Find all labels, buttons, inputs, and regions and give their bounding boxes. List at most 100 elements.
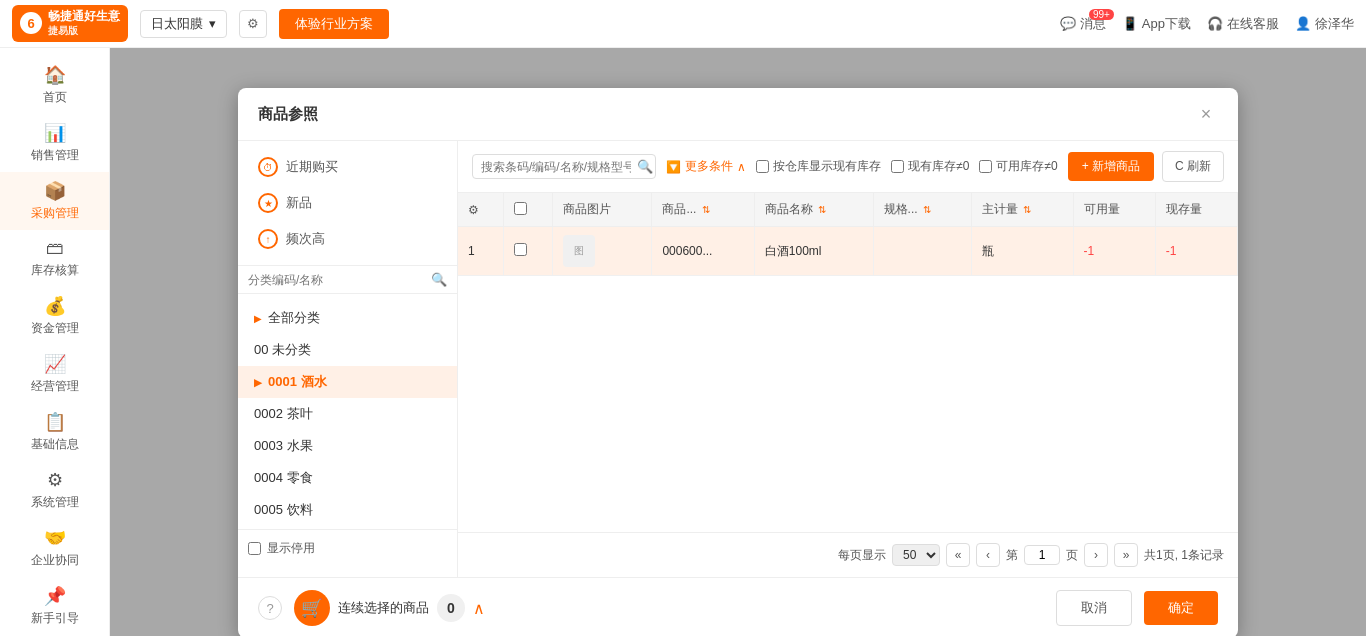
product-search-icon[interactable]: 🔍 bbox=[637, 159, 653, 174]
category-search-input[interactable] bbox=[248, 273, 427, 287]
app-layout: 🏠 首页 📊 销售管理 📦 采购管理 🗃 库存核算 💰 资金管理 📈 经营管理 … bbox=[0, 48, 1366, 636]
freq-label: 频次高 bbox=[286, 230, 325, 248]
sidebar: 🏠 首页 📊 销售管理 📦 采购管理 🗃 库存核算 💰 资金管理 📈 经营管理 … bbox=[0, 48, 110, 636]
store-name: 日太阳膜 bbox=[151, 15, 203, 33]
category-search: 🔍 bbox=[238, 265, 457, 294]
product-search-input[interactable] bbox=[481, 160, 631, 174]
row-stock: -1 bbox=[1155, 227, 1237, 276]
sidebar-label-finance: 资金管理 bbox=[31, 320, 79, 337]
col-image: 商品图片 bbox=[552, 193, 651, 227]
sidebar-label-operation: 经营管理 bbox=[31, 378, 79, 395]
check-usable-stock[interactable]: 可用库存≠0 bbox=[979, 158, 1057, 175]
cat-all[interactable]: ▶ 全部分类 bbox=[238, 302, 457, 334]
recent-purchases-btn[interactable]: ⏱ 近期购买 bbox=[248, 151, 447, 183]
row-no: 1 bbox=[458, 227, 503, 276]
sidebar-item-inventory[interactable]: 🗃 库存核算 bbox=[0, 230, 109, 287]
add-product-button[interactable]: + 新增商品 bbox=[1068, 152, 1154, 181]
row-unit: 瓶 bbox=[972, 227, 1073, 276]
cat-all-arrow: ▶ bbox=[254, 313, 262, 324]
col-name[interactable]: 商品名称 ⇅ bbox=[754, 193, 873, 227]
sidebar-item-guide[interactable]: 📌 新手引导 bbox=[0, 577, 109, 635]
available-stock-checkbox[interactable] bbox=[891, 160, 904, 173]
col-checkbox[interactable] bbox=[503, 193, 552, 227]
cat-all-label: 全部分类 bbox=[268, 309, 320, 327]
sidebar-label-collab: 企业协同 bbox=[31, 552, 79, 569]
home-icon: 🏠 bbox=[44, 64, 66, 86]
sidebar-label-purchase: 采购管理 bbox=[31, 205, 79, 222]
new-label: 新品 bbox=[286, 194, 312, 212]
row-spec bbox=[873, 227, 972, 276]
cancel-button[interactable]: 取消 bbox=[1056, 590, 1132, 626]
mobile-icon: 📱 bbox=[1122, 16, 1138, 31]
new-products-btn[interactable]: ★ 新品 bbox=[248, 187, 447, 219]
online-service-link[interactable]: 🎧 在线客服 bbox=[1207, 15, 1279, 33]
recent-icon: ⏱ bbox=[258, 157, 278, 177]
logo-icon: 6 bbox=[20, 12, 42, 34]
first-page-btn[interactable]: « bbox=[946, 543, 970, 567]
cat-tea[interactable]: 0002 茶叶 bbox=[238, 398, 457, 430]
col-spec[interactable]: 规格... ⇅ bbox=[873, 193, 972, 227]
online-service-label: 在线客服 bbox=[1227, 15, 1279, 33]
category-search-icon[interactable]: 🔍 bbox=[431, 272, 447, 287]
filter-bar: 🔍 🔽 更多条件 ∧ 按仓库显示现有库存 bbox=[458, 141, 1238, 193]
sidebar-item-sales[interactable]: 📊 销售管理 bbox=[0, 114, 109, 172]
cat-fruit[interactable]: 0003 水果 bbox=[238, 430, 457, 462]
next-page-btn[interactable]: › bbox=[1084, 543, 1108, 567]
sidebar-item-home[interactable]: 🏠 首页 bbox=[0, 56, 109, 114]
trial-button[interactable]: 体验行业方案 bbox=[279, 9, 389, 39]
prev-page-btn[interactable]: ‹ bbox=[976, 543, 1000, 567]
row-name: 白酒100ml bbox=[754, 227, 873, 276]
cat-liquor-label: 0001 酒水 bbox=[268, 373, 327, 391]
table-header-row: ⚙ 商品图片 商品... ⇅ bbox=[458, 193, 1238, 227]
table-row[interactable]: 1 图 000600... 白酒100ml 瓶 bbox=[458, 227, 1238, 276]
sidebar-item-finance[interactable]: 💰 资金管理 bbox=[0, 287, 109, 345]
row-checkbox-cell[interactable] bbox=[503, 227, 552, 276]
store-selector[interactable]: 日太阳膜 ▾ bbox=[140, 10, 227, 38]
show-disabled-checkbox[interactable] bbox=[248, 542, 261, 555]
help-button[interactable]: ? bbox=[258, 596, 282, 620]
sidebar-item-collab[interactable]: 🤝 企业协同 bbox=[0, 519, 109, 577]
page-input[interactable] bbox=[1024, 545, 1060, 565]
top-nav: 6 畅捷通好生意 捷易版 日太阳膜 ▾ ⚙ 体验行业方案 💬 消息 99+ 📱 … bbox=[0, 0, 1366, 48]
check-warehouse-stock[interactable]: 按仓库显示现有库存 bbox=[756, 158, 881, 175]
app-download-link[interactable]: 📱 App下载 bbox=[1122, 15, 1191, 33]
cat-snack[interactable]: 0004 零食 bbox=[238, 462, 457, 494]
cat-uncategorized[interactable]: 00 未分类 bbox=[238, 334, 457, 366]
check-available-stock[interactable]: 现有库存≠0 bbox=[891, 158, 969, 175]
user-area[interactable]: 👤 徐泽华 bbox=[1295, 15, 1354, 33]
select-all-checkbox[interactable] bbox=[514, 202, 527, 215]
cat-drink[interactable]: 0005 饮料 bbox=[238, 494, 457, 526]
sidebar-item-purchase[interactable]: 📦 采购管理 bbox=[0, 172, 109, 230]
page-size-select[interactable]: 50 bbox=[892, 544, 940, 566]
more-conditions-btn[interactable]: 🔽 更多条件 ∧ bbox=[666, 158, 746, 175]
filter-icon: 🔽 bbox=[666, 160, 681, 174]
product-reference-dialog: 商品参照 × ⏱ 近期购买 ★ 新品 bbox=[238, 88, 1238, 636]
dialog-close-button[interactable]: × bbox=[1194, 102, 1218, 126]
settings-icon[interactable]: ⚙ bbox=[239, 10, 267, 38]
refresh-button[interactable]: C 刷新 bbox=[1162, 151, 1224, 182]
col-code[interactable]: 商品... ⇅ bbox=[652, 193, 754, 227]
cat-liquor[interactable]: ▶ 0001 酒水 bbox=[238, 366, 457, 398]
sidebar-item-operation[interactable]: 📈 经营管理 bbox=[0, 345, 109, 403]
sidebar-item-basic[interactable]: 📋 基础信息 bbox=[0, 403, 109, 461]
sidebar-item-system[interactable]: ⚙ 系统管理 bbox=[0, 461, 109, 519]
message-count: 99+ bbox=[1089, 9, 1114, 20]
col-unit[interactable]: 主计量 ⇅ bbox=[972, 193, 1073, 227]
message-icon: 💬 bbox=[1060, 16, 1076, 31]
product-table: ⚙ 商品图片 商品... ⇅ bbox=[458, 193, 1238, 276]
dialog-body: ⏱ 近期购买 ★ 新品 ↑ 频次高 bbox=[238, 141, 1238, 577]
sort-spec-icon: ⇅ bbox=[923, 204, 931, 215]
page-summary: 共1页, 1条记录 bbox=[1144, 547, 1224, 564]
row-select-checkbox[interactable] bbox=[514, 243, 527, 256]
message-badge[interactable]: 💬 消息 99+ bbox=[1060, 15, 1106, 33]
col-settings[interactable]: ⚙ bbox=[458, 193, 503, 227]
sort-unit-icon: ⇅ bbox=[1023, 204, 1031, 215]
usable-stock-checkbox[interactable] bbox=[979, 160, 992, 173]
cart-collapse-icon[interactable]: ∧ bbox=[473, 599, 485, 618]
sort-code-icon: ⇅ bbox=[702, 204, 710, 215]
confirm-button[interactable]: 确定 bbox=[1144, 591, 1218, 625]
warehouse-stock-checkbox[interactable] bbox=[756, 160, 769, 173]
frequent-btn[interactable]: ↑ 频次高 bbox=[248, 223, 447, 255]
last-page-btn[interactable]: » bbox=[1114, 543, 1138, 567]
cat-drink-label: 0005 饮料 bbox=[254, 501, 313, 519]
